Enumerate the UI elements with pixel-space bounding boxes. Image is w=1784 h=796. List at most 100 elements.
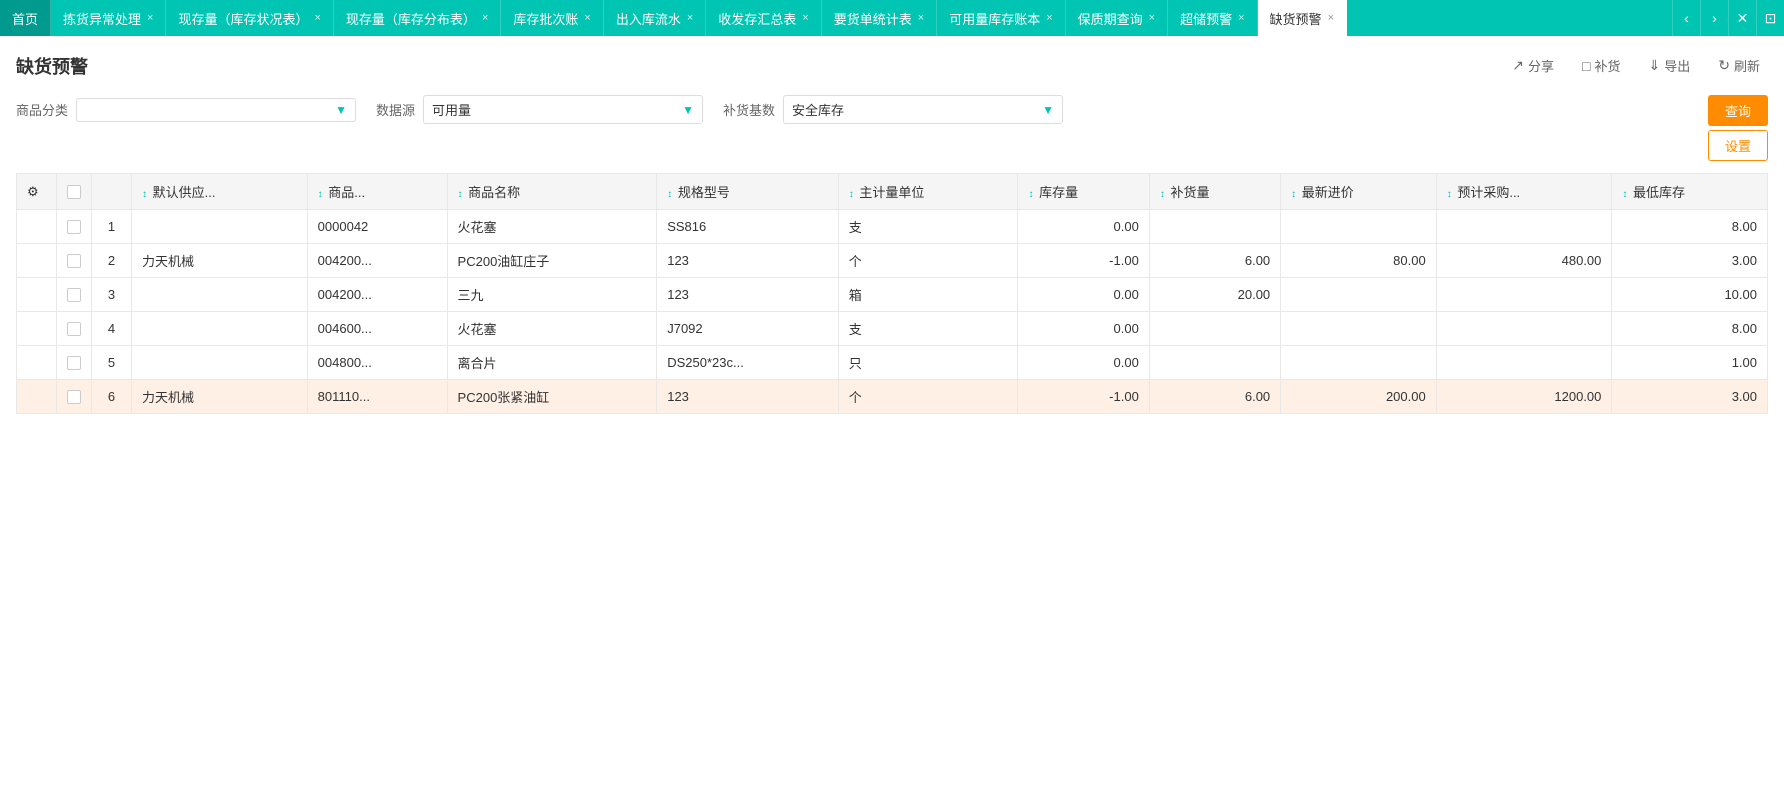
nav-item-stock1[interactable]: 现存量（库存状况表） × <box>166 0 333 36</box>
row-unit: 个 <box>838 244 1018 278</box>
nav-next-button[interactable]: › <box>1700 0 1728 36</box>
close-icon-available[interactable]: × <box>1046 12 1052 24</box>
nav-label-overstock: 超储预警 <box>1180 9 1232 28</box>
close-icon-shortage[interactable]: × <box>1328 12 1334 24</box>
row-supplier: 力天机械 <box>132 244 308 278</box>
export-button[interactable]: ⇓ 导出 <box>1641 52 1699 79</box>
close-icon-stock2[interactable]: × <box>482 12 488 24</box>
settings-button[interactable]: 设置 <box>1708 130 1768 161</box>
nav-item-picking[interactable]: 拣货异常处理 × <box>51 0 166 36</box>
row-checkbox[interactable] <box>67 390 81 404</box>
row-checkbox[interactable] <box>67 254 81 268</box>
replenish-icon: □ <box>1582 58 1590 74</box>
nav-item-overstock[interactable]: 超储预警 × <box>1168 0 1257 36</box>
row-name: PC200油缸庄子 <box>447 244 657 278</box>
price-column-header[interactable]: ↕ 最新进价 <box>1281 174 1437 210</box>
close-icon-batch[interactable]: × <box>584 12 590 24</box>
row-supplier <box>132 210 308 244</box>
name-column-header[interactable]: ↕ 商品名称 <box>447 174 657 210</box>
nav-item-available[interactable]: 可用量库存账本 × <box>937 0 1065 36</box>
query-button[interactable]: 查询 <box>1708 95 1768 126</box>
row-code: 004800... <box>307 346 447 380</box>
row-code: 004200... <box>307 244 447 278</box>
row-index: 6 <box>92 380 132 414</box>
nav-item-shortage[interactable]: 缺货预警 × <box>1258 0 1347 36</box>
row-stock: 0.00 <box>1018 312 1149 346</box>
row-checkbox-cell[interactable] <box>57 380 92 414</box>
unit-column-header[interactable]: ↕ 主计量单位 <box>838 174 1018 210</box>
close-icon-summary[interactable]: × <box>802 12 808 24</box>
stock-column-header[interactable]: ↕ 库存量 <box>1018 174 1149 210</box>
row-checkbox[interactable] <box>67 220 81 234</box>
checkbox-column-header <box>57 174 92 210</box>
close-icon-requisition[interactable]: × <box>918 12 924 24</box>
datasource-value: 可用量 <box>432 100 682 119</box>
spec-column-header[interactable]: ↕ 规格型号 <box>657 174 839 210</box>
category-filter-group: 商品分类 ▼ <box>16 98 356 122</box>
row-price <box>1281 312 1437 346</box>
nav-close-button[interactable]: ✕ <box>1728 0 1756 36</box>
datasource-filter-group: 数据源 可用量 ▼ <box>376 95 703 124</box>
page-title: 缺货预警 <box>16 53 88 79</box>
row-checkbox[interactable] <box>67 288 81 302</box>
category-select[interactable]: ▼ <box>76 98 356 122</box>
row-code: 0000042 <box>307 210 447 244</box>
share-button[interactable]: ↗ 分享 <box>1504 52 1562 79</box>
replenish-button[interactable]: □ 补货 <box>1574 52 1628 79</box>
refresh-button[interactable]: ↻ 刷新 <box>1710 52 1768 79</box>
row-supplier <box>132 312 308 346</box>
row-checkbox-cell[interactable] <box>57 312 92 346</box>
replenish-select[interactable]: 安全库存 ▼ <box>783 95 1063 124</box>
close-icon-stock1[interactable]: × <box>314 12 320 24</box>
nav-item-expiry[interactable]: 保质期查询 × <box>1066 0 1168 36</box>
close-icon-overstock[interactable]: × <box>1238 12 1244 24</box>
row-gear-cell[interactable] <box>17 210 57 244</box>
export-label: 导出 <box>1664 56 1690 75</box>
row-checkbox[interactable] <box>67 356 81 370</box>
row-gear-cell[interactable] <box>17 244 57 278</box>
table-row: 2 力天机械 004200... PC200油缸庄子 123 个 -1.00 6… <box>17 244 1768 278</box>
row-checkbox-cell[interactable] <box>57 346 92 380</box>
row-gear-cell[interactable] <box>17 278 57 312</box>
nav-item-summary[interactable]: 收发存汇总表 × <box>706 0 821 36</box>
close-icon-expiry[interactable]: × <box>1149 12 1155 24</box>
nav-prev-button[interactable]: ‹ <box>1672 0 1700 36</box>
select-all-checkbox[interactable] <box>67 185 81 199</box>
min-stock-sort-icon: ↕ <box>1622 189 1627 200</box>
row-checkbox-cell[interactable] <box>57 278 92 312</box>
row-stock: -1.00 <box>1018 380 1149 414</box>
row-index: 5 <box>92 346 132 380</box>
datasource-select[interactable]: 可用量 ▼ <box>423 95 703 124</box>
est-purchase-column-header[interactable]: ↕ 预计采购... <box>1436 174 1612 210</box>
row-gear-cell[interactable] <box>17 346 57 380</box>
gear-column-header[interactable]: ⚙ <box>17 174 57 210</box>
category-chevron-icon: ▼ <box>335 103 347 117</box>
close-icon-flow[interactable]: × <box>687 12 693 24</box>
min-stock-column-header[interactable]: ↕ 最低库存 <box>1612 174 1768 210</box>
row-spec: 123 <box>657 278 839 312</box>
row-name: 火花塞 <box>447 210 657 244</box>
nav-label-home: 首页 <box>12 9 38 28</box>
row-gear-cell[interactable] <box>17 312 57 346</box>
close-icon-picking[interactable]: × <box>147 12 153 24</box>
nav-item-batch[interactable]: 库存批次账 × <box>501 0 603 36</box>
nav-item-requisition[interactable]: 要货单统计表 × <box>822 0 937 36</box>
row-stock: 0.00 <box>1018 278 1149 312</box>
nav-item-home[interactable]: 首页 <box>0 0 51 36</box>
row-checkbox[interactable] <box>67 322 81 336</box>
nav-item-stock2[interactable]: 现存量（库存分布表） × <box>334 0 501 36</box>
table-row: 5 004800... 离合片 DS250*23c... 只 0.00 1.00 <box>17 346 1768 380</box>
code-column-header[interactable]: ↕ 商品... <box>307 174 447 210</box>
category-label: 商品分类 <box>16 100 68 119</box>
row-replenish: 6.00 <box>1149 244 1280 278</box>
supplier-column-header[interactable]: ↕ 默认供应... <box>132 174 308 210</box>
row-spec: DS250*23c... <box>657 346 839 380</box>
row-checkbox-cell[interactable] <box>57 244 92 278</box>
nav-item-flow[interactable]: 出入库流水 × <box>604 0 706 36</box>
row-gear-cell[interactable] <box>17 380 57 414</box>
page-header: 缺货预警 ↗ 分享 □ 补货 ⇓ 导出 ↻ 刷新 <box>16 52 1768 79</box>
row-unit: 只 <box>838 346 1018 380</box>
row-checkbox-cell[interactable] <box>57 210 92 244</box>
nav-max-button[interactable]: ⊡ <box>1756 0 1784 36</box>
replenish-column-header[interactable]: ↕ 补货量 <box>1149 174 1280 210</box>
